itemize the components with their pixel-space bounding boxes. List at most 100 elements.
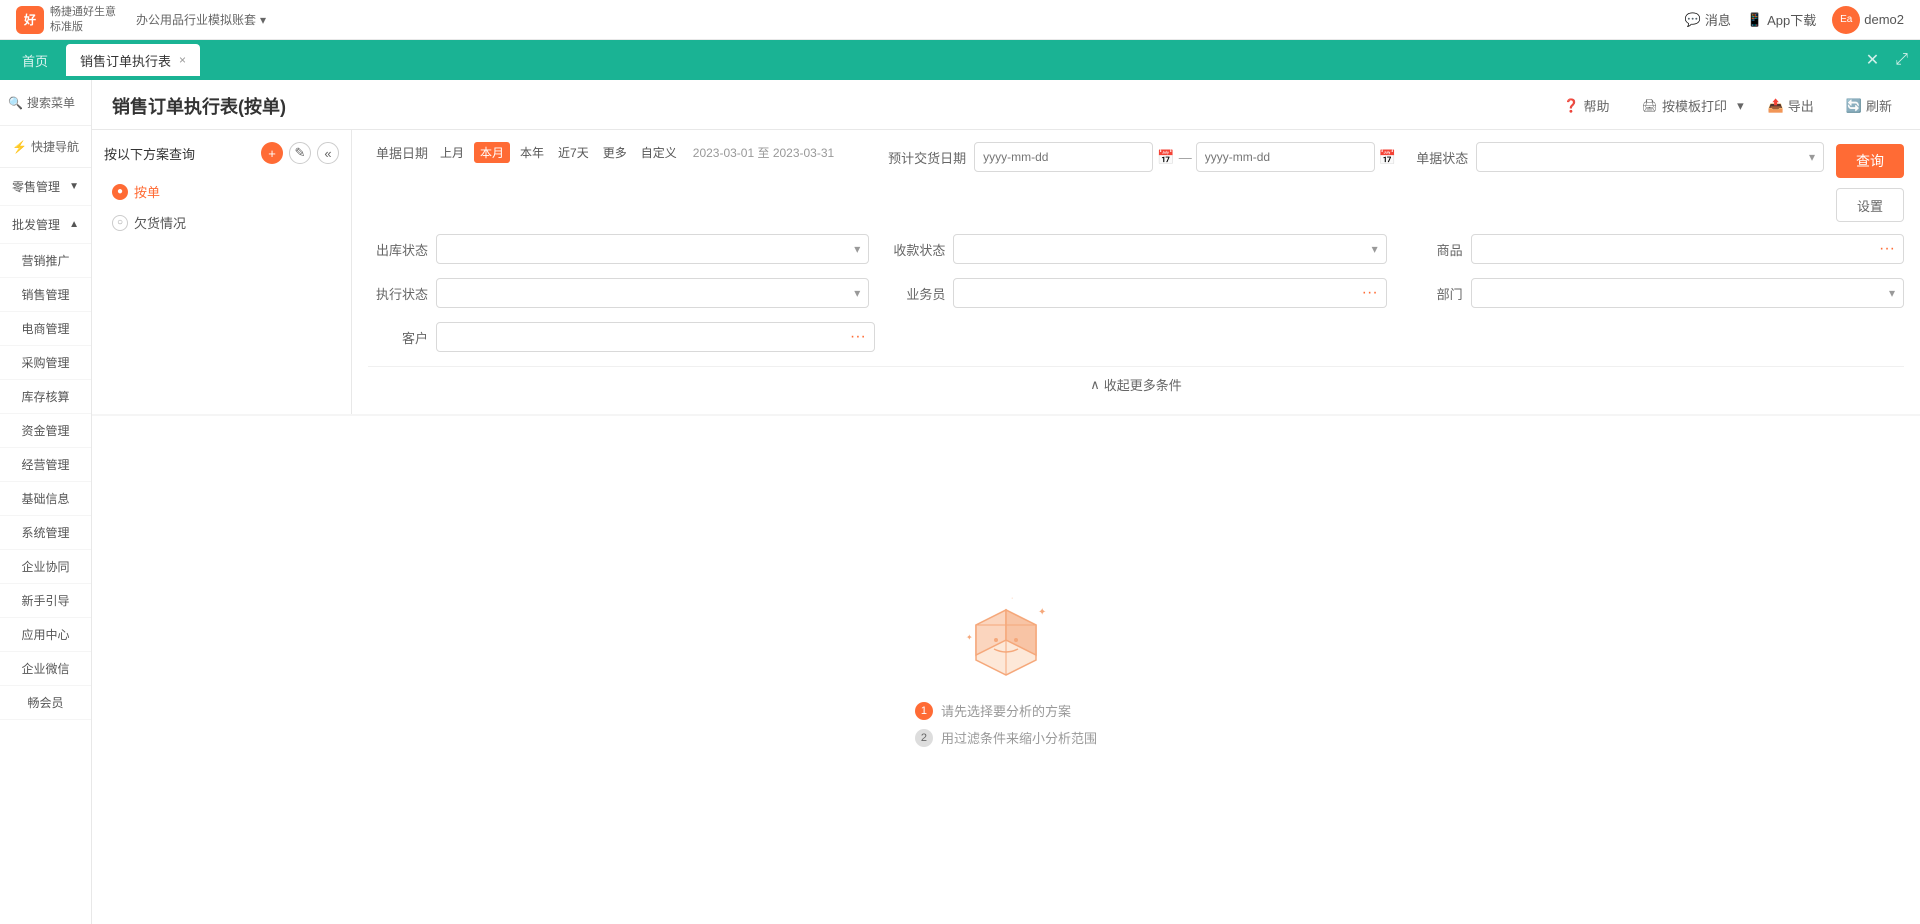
print-button[interactable]: 🖨 按模板打印 xyxy=(1634,92,1736,119)
add-scheme-button[interactable]: + xyxy=(261,142,283,164)
filter-nav-debt[interactable]: ○ 欠货情况 xyxy=(104,207,339,238)
date-preset-7days[interactable]: 近7天 xyxy=(554,142,593,163)
app-download-button[interactable]: 📱 App下载 xyxy=(1747,10,1816,29)
help-icon: ❓ xyxy=(1563,98,1579,114)
filter-left-actions: + ✎ « xyxy=(261,142,339,164)
settings-button[interactable]: 设置 xyxy=(1836,188,1904,222)
sidebar-shortcut-button[interactable]: ⚡ 快捷导航 xyxy=(0,132,91,161)
dept-select[interactable]: ▾ xyxy=(1471,278,1904,308)
sidebar-item-purchase[interactable]: 采购管理 xyxy=(0,346,91,380)
sidebar-item-operations[interactable]: 经营管理 xyxy=(0,448,91,482)
exec-status-field: 执行状态 ▾ xyxy=(368,278,869,308)
sidebar-item-finance[interactable]: 资金管理 xyxy=(0,414,91,448)
date-preset-last-month[interactable]: 上月 xyxy=(436,142,468,163)
collapse-more-button[interactable]: ∧ 收起更多条件 xyxy=(368,366,1904,402)
query-button[interactable]: 查询 xyxy=(1836,144,1904,178)
svg-text:✦: ✦ xyxy=(966,633,973,642)
date-preset-custom[interactable]: 自定义 xyxy=(637,142,681,163)
logo-icon: 好 xyxy=(16,6,44,34)
expected-date-from-input[interactable] xyxy=(974,142,1153,172)
wholesale-arrow-icon: ▲ xyxy=(69,219,79,230)
tab-home[interactable]: 首页 xyxy=(8,44,62,76)
refresh-button[interactable]: 🔄 刷新 xyxy=(1838,92,1900,119)
sidebar-item-system[interactable]: 系统管理 xyxy=(0,516,91,550)
step1-num: 1 xyxy=(915,702,933,720)
sidebar-item-inventory[interactable]: 库存核算 xyxy=(0,380,91,414)
filter-layout: 按以下方案查询 + ✎ « xyxy=(92,130,1920,414)
avatar: Ea xyxy=(1832,6,1860,34)
tab-maximize-icon[interactable]: ⤢ xyxy=(1891,47,1912,73)
date-label: 单据日期 xyxy=(368,143,428,162)
page-title: 销售订单执行表(按单) xyxy=(112,93,286,119)
calendar-from-icon[interactable]: 📅 xyxy=(1157,149,1174,166)
date-preset-this-month[interactable]: 本月 xyxy=(474,142,510,163)
calendar-to-icon[interactable]: 📅 xyxy=(1379,149,1396,166)
user-profile-button[interactable]: Ea demo2 xyxy=(1832,6,1904,34)
tabbar-actions: ✕ ⤢ xyxy=(1862,46,1912,74)
collapse-icon: « xyxy=(324,146,331,161)
sidebar-search-button[interactable]: 🔍 搜索菜单 xyxy=(8,90,83,115)
sidebar-shortcut-nav: ⚡ 快捷导航 xyxy=(0,126,91,168)
sidebar-item-basic[interactable]: 基础信息 xyxy=(0,482,91,516)
tab-close-window-icon[interactable]: ✕ xyxy=(1862,46,1883,74)
order-status-chevron-icon: ▾ xyxy=(1809,150,1815,164)
sidebar-item-marketing[interactable]: 营销推广 xyxy=(0,244,91,278)
exec-status-chevron-icon: ▾ xyxy=(854,286,860,300)
collapse-sidebar-button[interactable]: « xyxy=(317,142,339,164)
add-icon: + xyxy=(268,146,276,161)
exec-status-label: 执行状态 xyxy=(368,284,428,303)
tab-sales-order[interactable]: 销售订单执行表 × xyxy=(66,44,200,76)
order-status-field: 单据状态 ▾ xyxy=(1408,142,1824,172)
date-field-group: 单据日期 上月 本月 本年 近7天 更多 自定义 2023-03-01 至 20… xyxy=(368,142,876,163)
help-button[interactable]: ❓ 帮助 xyxy=(1555,92,1617,119)
filter-nav-press-order[interactable]: ● 按单 xyxy=(104,176,339,207)
order-status-select[interactable]: ▾ xyxy=(1476,142,1824,172)
customer-dots-icon[interactable]: ··· xyxy=(850,328,866,346)
search-icon: 🔍 xyxy=(8,96,23,110)
tab-home-label: 首页 xyxy=(22,51,48,70)
sidebar-item-newbie[interactable]: 新手引导 xyxy=(0,584,91,618)
expected-date-to-input[interactable] xyxy=(1196,142,1375,172)
salesperson-dots-icon[interactable]: ··· xyxy=(1362,284,1378,302)
username-label: demo2 xyxy=(1864,12,1904,27)
edit-scheme-button[interactable]: ✎ xyxy=(289,142,311,164)
sidebar-item-sales[interactable]: 销售管理 xyxy=(0,278,91,312)
sidebar-item-wechat[interactable]: 企业微信 xyxy=(0,652,91,686)
filter-panel: 按以下方案查询 + ✎ « xyxy=(92,130,1920,414)
date-preset-this-year[interactable]: 本年 xyxy=(516,142,548,163)
export-button[interactable]: 📤 导出 xyxy=(1760,92,1822,119)
expected-date-label: 预计交货日期 xyxy=(888,148,966,167)
salesperson-select[interactable]: ··· xyxy=(953,278,1386,308)
svg-text:·: · xyxy=(1011,595,1013,602)
empty-step-1: 1 请先选择要分析的方案 xyxy=(915,701,1097,720)
message-button[interactable]: 💬 消息 xyxy=(1685,10,1731,29)
customer-select[interactable]: ··· xyxy=(436,322,875,352)
breadcrumb-chevron-icon[interactable]: ▾ xyxy=(260,13,266,27)
tabbar: 首页 销售订单执行表 × ✕ ⤢ xyxy=(0,40,1920,80)
main-layout: 🔍 搜索菜单 ⚡ 快捷导航 零售管理 ▼ 批发管理 ▲ 营销推广 销售管理 电商… xyxy=(0,80,1920,924)
debt-label: 欠货情况 xyxy=(134,213,186,232)
tab-close-icon[interactable]: × xyxy=(179,53,186,67)
goods-select[interactable]: ··· xyxy=(1471,234,1904,264)
sidebar-item-app-center[interactable]: 应用中心 xyxy=(0,618,91,652)
breadcrumb-text: 办公用品行业模拟账套 xyxy=(136,11,256,28)
goods-dots-icon[interactable]: ··· xyxy=(1879,240,1895,258)
debt-dot: ○ xyxy=(112,215,128,231)
sidebar-item-enterprise[interactable]: 企业协同 xyxy=(0,550,91,584)
logo-area: 好 畅捷通好生意 标准版 xyxy=(16,5,116,34)
print-chevron-icon[interactable]: ▾ xyxy=(1737,98,1744,114)
payment-status-field: 收款状态 ▾ xyxy=(885,234,1386,264)
payment-status-select[interactable]: ▾ xyxy=(953,234,1386,264)
date-preset-more[interactable]: 更多 xyxy=(599,142,631,163)
exec-status-select[interactable]: ▾ xyxy=(436,278,869,308)
empty-state: ✦ ✦ · 1 请先选择要分析的方案 2 用过滤条件来缩小分析范围 xyxy=(92,416,1920,924)
goods-field: 商品 ··· xyxy=(1403,234,1904,264)
sidebar-item-member[interactable]: 畅会员 xyxy=(0,686,91,720)
tab-sales-order-label: 销售订单执行表 xyxy=(80,51,171,70)
sidebar-item-ecommerce[interactable]: 电商管理 xyxy=(0,312,91,346)
print-icon: 🖨 xyxy=(1642,98,1659,114)
sidebar-item-wholesale[interactable]: 批发管理 ▲ xyxy=(0,206,91,244)
filter-left-sidebar: 按以下方案查询 + ✎ « xyxy=(92,130,352,414)
sidebar-item-retail[interactable]: 零售管理 ▼ xyxy=(0,168,91,206)
shipping-status-select[interactable]: ▾ xyxy=(436,234,869,264)
